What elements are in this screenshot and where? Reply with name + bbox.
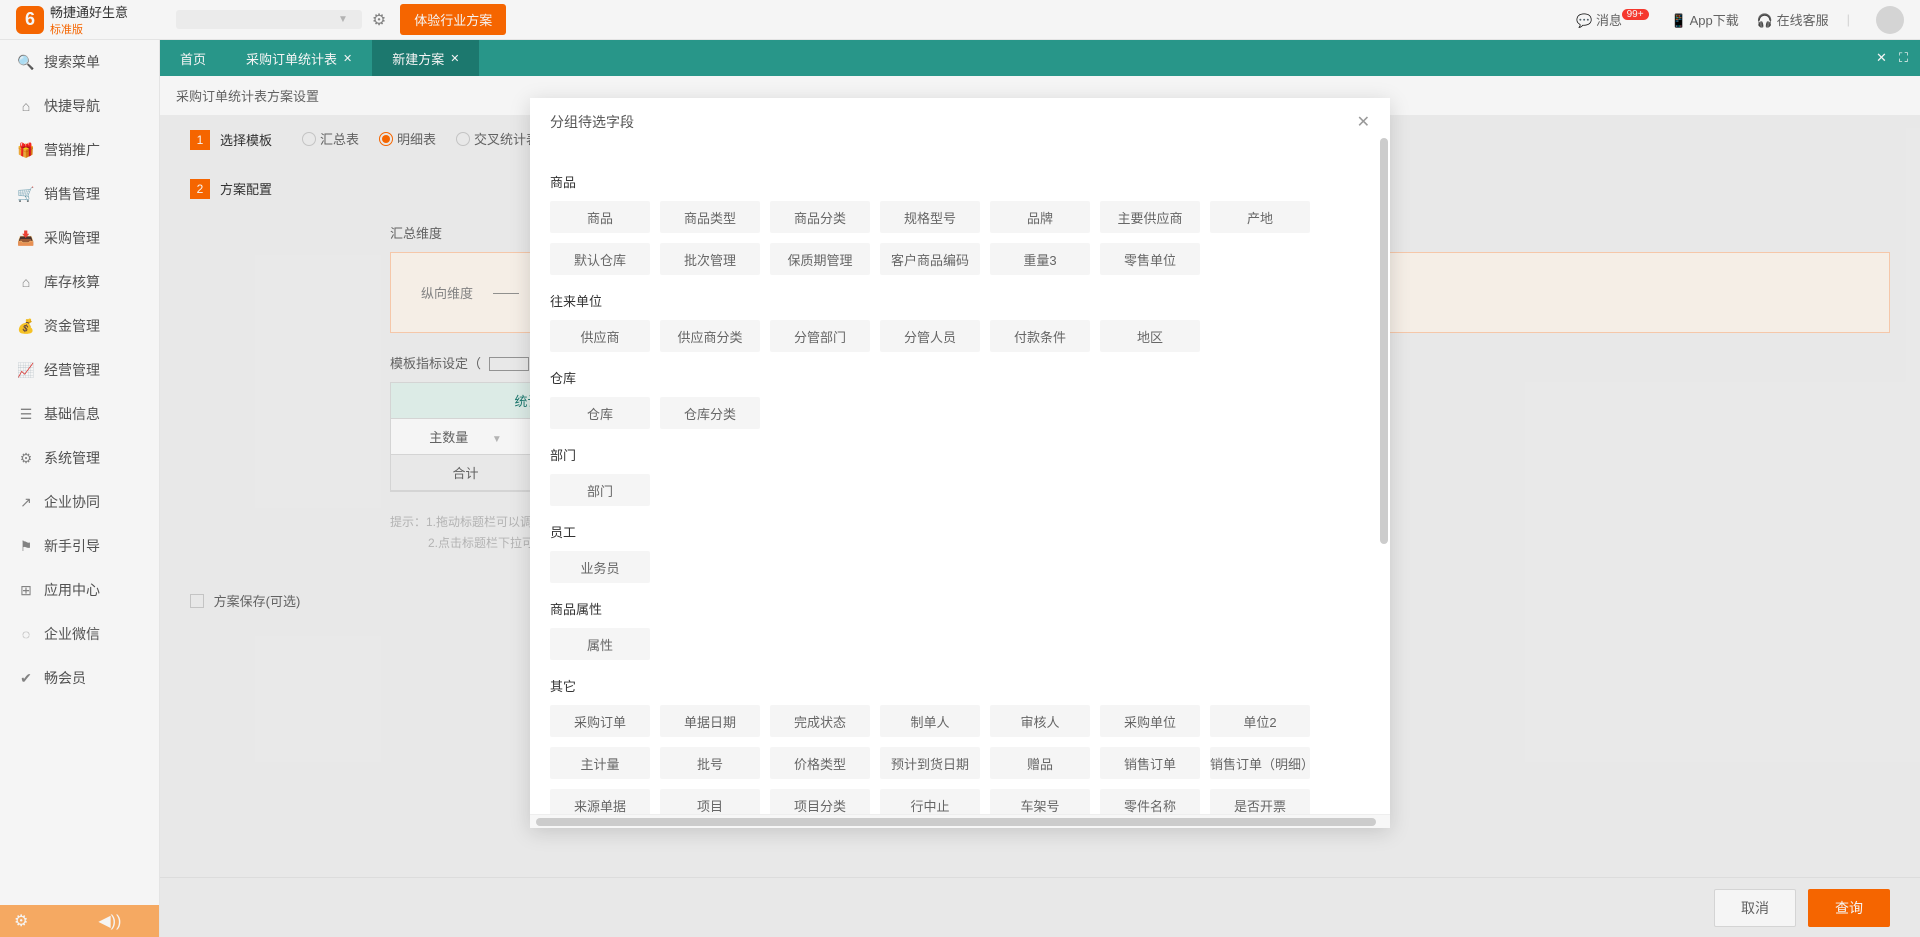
field-tag[interactable]: 保质期管理	[770, 243, 870, 275]
field-group-title: 商品属性	[550, 599, 1370, 618]
field-tag[interactable]: 销售订单	[1100, 747, 1200, 779]
modal-title: 分组待选字段	[550, 112, 634, 132]
field-tag[interactable]: 项目分类	[770, 789, 870, 814]
field-tag[interactable]: 零件名称	[1100, 789, 1200, 814]
field-group-tags: 采购订单单据日期完成状态制单人审核人采购单位单位2 主计量批号价格类型预计到货日期…	[550, 705, 1370, 814]
field-tag[interactable]: 单位2	[1210, 705, 1310, 737]
field-tag[interactable]: 是否开票	[1210, 789, 1310, 814]
field-tag[interactable]: 主计量	[550, 747, 650, 779]
field-tag[interactable]: 业务员	[550, 551, 650, 583]
horizontal-scrollbar[interactable]	[530, 814, 1390, 828]
field-tag[interactable]: 部门	[550, 474, 650, 506]
field-tag[interactable]: 采购订单	[550, 705, 650, 737]
field-tag[interactable]: 主要供应商	[1100, 201, 1200, 233]
field-group-title: 往来单位	[550, 291, 1370, 310]
field-tag[interactable]: 属性	[550, 628, 650, 660]
field-group-title: 部门	[550, 445, 1370, 464]
field-tag[interactable]: 分管人员	[880, 320, 980, 352]
field-tag[interactable]: 审核人	[990, 705, 1090, 737]
field-tag[interactable]: 仓库分类	[660, 397, 760, 429]
field-tag[interactable]: 地区	[1100, 320, 1200, 352]
field-group-tags: 业务员	[550, 551, 1370, 583]
vertical-scrollbar[interactable]	[1380, 138, 1388, 814]
field-tag[interactable]: 价格类型	[770, 747, 870, 779]
field-selector-modal: 分组待选字段 ✕ 商品商品商品类型商品分类规格型号品牌主要供应商产地默认仓库批次…	[530, 98, 1390, 828]
field-tag[interactable]: 赠品	[990, 747, 1090, 779]
field-tag[interactable]: 供应商分类	[660, 320, 760, 352]
field-tag[interactable]: 仓库	[550, 397, 650, 429]
field-tag[interactable]: 付款条件	[990, 320, 1090, 352]
field-group-tags: 商品商品类型商品分类规格型号品牌主要供应商产地默认仓库批次管理保质期管理客户商品…	[550, 201, 1370, 275]
field-tag[interactable]: 商品类型	[660, 201, 760, 233]
modal-body: 商品商品商品类型商品分类规格型号品牌主要供应商产地默认仓库批次管理保质期管理客户…	[530, 146, 1390, 814]
field-tag[interactable]: 供应商	[550, 320, 650, 352]
field-tag[interactable]: 来源单据	[550, 789, 650, 814]
field-tag[interactable]: 项目	[660, 789, 760, 814]
field-tag[interactable]: 车架号	[990, 789, 1090, 814]
field-tag[interactable]: 采购单位	[1100, 705, 1200, 737]
field-tag[interactable]: 商品分类	[770, 201, 870, 233]
field-tag[interactable]: 单据日期	[660, 705, 760, 737]
field-group-title: 员工	[550, 522, 1370, 541]
field-tag[interactable]: 批次管理	[660, 243, 760, 275]
modal-header: 分组待选字段 ✕	[530, 98, 1390, 146]
field-group-tags: 供应商供应商分类分管部门分管人员付款条件地区	[550, 320, 1370, 352]
field-tag[interactable]: 完成状态	[770, 705, 870, 737]
field-tag[interactable]: 默认仓库	[550, 243, 650, 275]
field-tag[interactable]: 制单人	[880, 705, 980, 737]
field-tag[interactable]: 零售单位	[1100, 243, 1200, 275]
field-tag[interactable]: 客户商品编码	[880, 243, 980, 275]
field-group-title: 仓库	[550, 368, 1370, 387]
field-tag[interactable]: 销售订单（明细）	[1210, 747, 1310, 779]
field-tag[interactable]: 规格型号	[880, 201, 980, 233]
field-group-tags: 部门	[550, 474, 1370, 506]
field-tag[interactable]: 行中止	[880, 789, 980, 814]
field-group-tags: 仓库仓库分类	[550, 397, 1370, 429]
field-tag[interactable]: 重量3	[990, 243, 1090, 275]
field-tag[interactable]: 批号	[660, 747, 760, 779]
field-tag[interactable]: 产地	[1210, 201, 1310, 233]
field-group-title: 其它	[550, 676, 1370, 695]
field-tag[interactable]: 品牌	[990, 201, 1090, 233]
field-tag[interactable]: 预计到货日期	[880, 747, 980, 779]
field-tag[interactable]: 商品	[550, 201, 650, 233]
field-tag[interactable]: 分管部门	[770, 320, 870, 352]
field-group-tags: 属性	[550, 628, 1370, 660]
field-group-title: 商品	[550, 172, 1370, 191]
close-icon[interactable]: ✕	[1357, 112, 1370, 132]
